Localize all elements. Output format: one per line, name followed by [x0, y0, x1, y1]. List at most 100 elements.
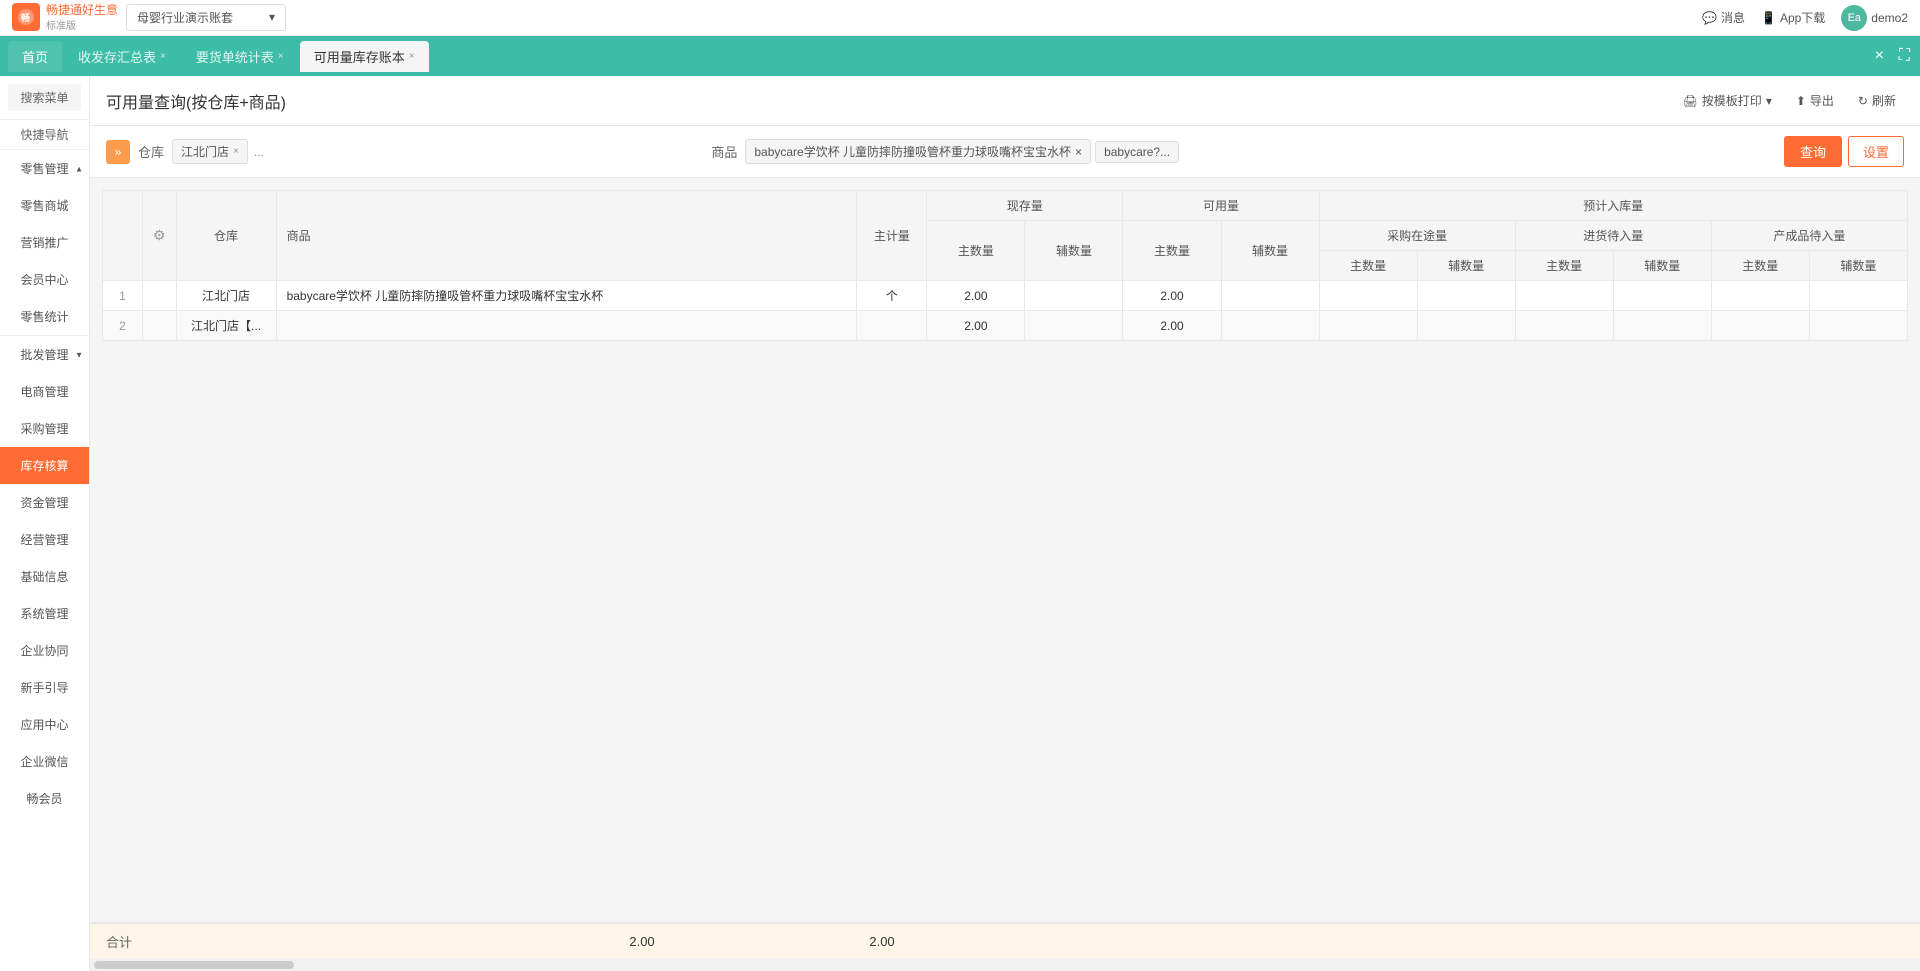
product-tag-1-close[interactable]: × [1075, 145, 1082, 159]
filter-more-icon[interactable]: ... [254, 145, 264, 159]
sidebar-item-enterprise[interactable]: 企业协同 [0, 632, 89, 669]
th-current-stock: 现存量 [927, 191, 1123, 221]
product-filter-label: 商品 [711, 142, 737, 161]
sidebar-item-system[interactable]: 系统管理 [0, 595, 89, 632]
row-2-ip-aux [1613, 311, 1711, 341]
row-2-settings [143, 311, 177, 341]
footer-pp-aux [1662, 934, 1782, 949]
app-download-btn[interactable]: 📱 App下载 [1761, 9, 1825, 26]
avatar: Ea [1841, 5, 1867, 31]
tab-available-stock[interactable]: 可用量库存账本 × [300, 41, 429, 72]
content-area: 可用量查询(按仓库+商品) 🖨 按模板打印 ▾ ⬆ 导出 ↻ 刷新 [90, 76, 1920, 971]
sidebar-item-marketing[interactable]: 营销推广 [0, 224, 89, 261]
sidebar-operations-label: 经营管理 [20, 531, 68, 548]
row-2-pp-main [1711, 311, 1809, 341]
row-2-available-aux [1221, 311, 1319, 341]
industry-selector[interactable]: 母婴行业演示账套 ▾ [126, 4, 286, 31]
print-label: 按模板打印 [1702, 92, 1762, 109]
product-tag-2[interactable]: babycare?... [1095, 141, 1179, 163]
filter-toggle-btn[interactable]: » [106, 140, 130, 164]
horizontal-scrollbar[interactable] [90, 959, 1920, 971]
user-area[interactable]: Ea demo2 [1841, 5, 1908, 31]
th-purchase-transit: 采购在途量 [1319, 221, 1515, 251]
row-1-available-main: 2.00 [1123, 281, 1221, 311]
row-1-settings [143, 281, 177, 311]
sidebar-item-app-center[interactable]: 应用中心 [0, 706, 89, 743]
sidebar-item-retail-stats[interactable]: 零售统计 [0, 298, 89, 335]
dropdown-icon: ▾ [269, 10, 275, 24]
sidebar-item-ecommerce[interactable]: 电商管理 [0, 373, 89, 410]
th-current-main: 主数量 [927, 221, 1025, 281]
tab-close-icon[interactable]: × [160, 51, 166, 62]
th-pp-aux: 辅数量 [1809, 251, 1907, 281]
sidebar-item-purchase[interactable]: 采购管理 [0, 410, 89, 447]
page-actions: 🖨 按模板打印 ▾ ⬆ 导出 ↻ 刷新 [1675, 88, 1904, 113]
th-available: 可用量 [1123, 191, 1319, 221]
data-table: ⚙ 仓库 商品 主计量 现存量 可用量 预计入库量 主数量 辅数量 主数量 辅数… [102, 190, 1908, 341]
print-template-btn[interactable]: 🖨 按模板打印 ▾ [1675, 88, 1780, 113]
sidebar-retail-mall-label: 零售商城 [20, 197, 68, 214]
sidebar-item-wholesale[interactable]: 批发管理 ▼ [0, 336, 89, 373]
message-btn[interactable]: 💬 消息 [1702, 9, 1745, 26]
scroll-thumb[interactable] [94, 961, 294, 969]
product-tags-area: babycare学饮杯 儿童防摔防撞吸管杯重力球吸嘴杯宝宝水杯 × babyca… [745, 139, 1776, 164]
table-footer: 合计 2.00 2.00 [90, 922, 1920, 959]
warehouse-tag-close[interactable]: × [233, 146, 239, 157]
th-current-aux: 辅数量 [1025, 221, 1123, 281]
footer-ip-main [1302, 934, 1422, 949]
sidebar-item-member-center[interactable]: 会员中心 [0, 261, 89, 298]
close-all-tabs-btn[interactable]: × [1875, 47, 1884, 65]
table-row: 1 江北门店 babycare学饮杯 儿童防摔防撞吸管杯重力球吸嘴杯宝宝水杯 个… [103, 281, 1908, 311]
warehouse-tag[interactable]: 江北门店 × [172, 139, 248, 164]
top-bar: 畅 畅捷通好生意 标准版 母婴行业演示账套 ▾ 💬 消息 📱 App下载 Ea … [0, 0, 1920, 36]
warehouse-tags-area: 江北门店 × ... [172, 139, 687, 164]
logo-text: 畅捷通好生意 [46, 3, 118, 17]
search-menu-btn[interactable]: 搜索菜单 [8, 84, 81, 111]
sidebar-quick-nav[interactable]: 快捷导航 [0, 120, 89, 150]
logo-sub: 标准版 [46, 17, 118, 32]
tab-close-icon-2[interactable]: × [278, 51, 284, 62]
export-btn[interactable]: ⬆ 导出 [1788, 88, 1842, 113]
refresh-btn[interactable]: ↻ 刷新 [1850, 88, 1904, 113]
sidebar-item-newbie[interactable]: 新手引导 [0, 669, 89, 706]
sidebar: 搜索菜单 快捷导航 零售管理 ▲ 零售商城 营销推广 会员中心 零售统计 批发管 [0, 76, 90, 971]
expand-tabs-btn[interactable]: ⛶ [1899, 47, 1910, 65]
th-available-aux: 辅数量 [1221, 221, 1319, 281]
query-btn[interactable]: 查询 [1784, 136, 1842, 167]
tab-close-icon-3[interactable]: × [409, 51, 415, 62]
tab-order-stats[interactable]: 要货单统计表 × [182, 41, 298, 72]
footer-current-aux [702, 934, 822, 949]
sidebar-item-inventory[interactable]: 库存核算 [0, 447, 89, 484]
sidebar-item-retail-management[interactable]: 零售管理 ▲ [0, 150, 89, 187]
tab-home[interactable]: 首页 [8, 41, 62, 72]
sidebar-search-area: 搜索菜单 [0, 76, 89, 120]
settings-gear-icon[interactable]: ⚙ [153, 227, 166, 243]
sidebar-wechat-label: 企业微信 [20, 753, 68, 770]
row-1-num: 1 [103, 281, 143, 311]
product-tag-1[interactable]: babycare学饮杯 儿童防摔防撞吸管杯重力球吸嘴杯宝宝水杯 × [745, 139, 1091, 164]
product-tag-1-text: babycare学饮杯 儿童防摔防撞吸管杯重力球吸嘴杯宝宝水杯 [754, 143, 1071, 160]
sidebar-item-operations[interactable]: 经营管理 [0, 521, 89, 558]
user-name: demo2 [1871, 11, 1908, 25]
row-1-current-aux [1025, 281, 1123, 311]
sidebar-item-member[interactable]: 畅会员 [0, 780, 89, 817]
footer-spacer2 [302, 934, 502, 949]
svg-text:畅: 畅 [21, 12, 30, 23]
sidebar-inventory-label: 库存核算 [20, 457, 68, 474]
sidebar-item-retail-mall[interactable]: 零售商城 [0, 187, 89, 224]
settings-btn[interactable]: 设置 [1848, 136, 1904, 167]
sidebar-item-finance[interactable]: 资金管理 [0, 484, 89, 521]
refresh-icon: ↻ [1858, 94, 1868, 108]
footer-available-aux [942, 934, 1062, 949]
footer-pt-main [1062, 934, 1182, 949]
row-1-pp-aux [1809, 281, 1907, 311]
sidebar-item-wechat[interactable]: 企业微信 [0, 743, 89, 780]
sidebar-item-basic-info[interactable]: 基础信息 [0, 558, 89, 595]
export-label: 导出 [1810, 92, 1834, 109]
row-2-product [276, 311, 857, 341]
row-1-warehouse: 江北门店 [176, 281, 276, 311]
home-tab-label: 首页 [22, 47, 48, 66]
filter-bar: » 仓库 江北门店 × ... 商品 babycare学饮杯 儿童防摔防撞吸管杯… [90, 126, 1920, 178]
tab-receivable-summary[interactable]: 收发存汇总表 × [64, 41, 180, 72]
footer-pp-main [1542, 934, 1662, 949]
